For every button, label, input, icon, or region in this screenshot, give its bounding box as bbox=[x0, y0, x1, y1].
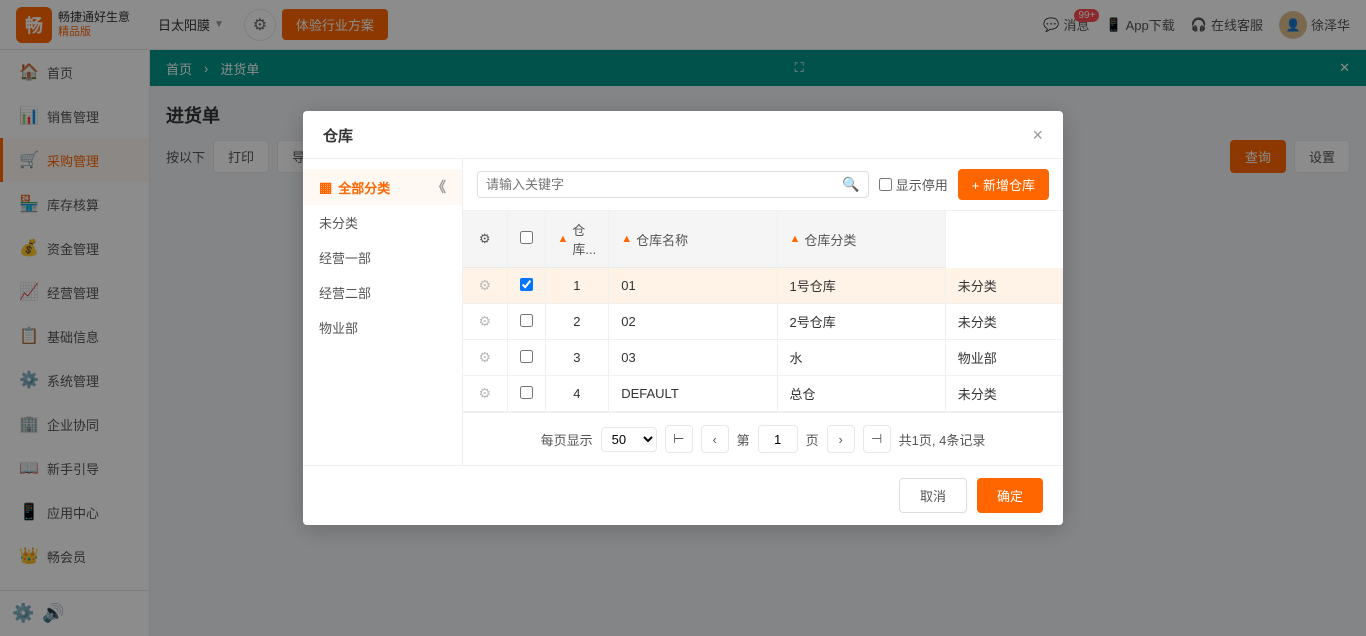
row-category-cell-3: 未分类 bbox=[945, 376, 1062, 412]
page-label: 第 bbox=[737, 430, 750, 449]
select-all-checkbox[interactable] bbox=[520, 231, 533, 244]
sort-icon-name: ▲ bbox=[621, 233, 632, 245]
category-panel: ▦ 全部分类 《 未分类 经营一部 经营二部 物业部 bbox=[303, 159, 463, 465]
row-gear-cell-0[interactable]: ⚙ bbox=[463, 268, 507, 304]
sort-icon-code: ▲ bbox=[558, 233, 569, 245]
search-input-wrap: 🔍 bbox=[477, 171, 869, 198]
total-info: 共1页, 4条记录 bbox=[899, 430, 986, 449]
row-gear-cell-3[interactable]: ⚙ bbox=[463, 376, 507, 412]
table-row[interactable]: ⚙ 2 02 2号仓库 未分类 bbox=[463, 304, 1063, 340]
row-num-cell-3: 4 bbox=[545, 376, 609, 412]
row-gear-cell-1[interactable]: ⚙ bbox=[463, 304, 507, 340]
search-input[interactable] bbox=[486, 177, 836, 192]
row-cb-cell-1[interactable] bbox=[507, 304, 545, 340]
table-row[interactable]: ⚙ 3 03 水 物业部 bbox=[463, 340, 1063, 376]
dialog-close-button[interactable]: × bbox=[1032, 125, 1043, 146]
row-category-cell-2: 物业部 bbox=[945, 340, 1062, 376]
warehouse-dialog: 仓库 × ▦ 全部分类 《 未分类 经营一部 经营二部 物业部 bbox=[303, 111, 1063, 525]
per-page-label: 每页显示 bbox=[541, 430, 593, 449]
col-header-category: ▲ 仓库分类 bbox=[777, 211, 945, 268]
row-name-cell-2: 水 bbox=[777, 340, 945, 376]
col-header-name: ▲ 仓库名称 bbox=[609, 211, 777, 268]
show-disabled-label: 显示停用 bbox=[879, 175, 948, 194]
last-page-button[interactable]: ⊣ bbox=[863, 425, 891, 453]
cancel-button[interactable]: 取消 bbox=[899, 478, 967, 513]
row-code-cell-2: 03 bbox=[609, 340, 777, 376]
search-icon[interactable]: 🔍 bbox=[842, 176, 859, 193]
confirm-button[interactable]: 确定 bbox=[977, 478, 1043, 513]
row-name-cell-1: 2号仓库 bbox=[777, 304, 945, 340]
row-num-cell-0: 1 bbox=[545, 268, 609, 304]
collapse-icon[interactable]: 《 bbox=[432, 177, 446, 197]
pagination: 每页显示 501020100 ⊢ ‹ 第 页 › ⊣ 共1页, 4条记录 bbox=[463, 412, 1063, 465]
row-category-cell-1: 未分类 bbox=[945, 304, 1062, 340]
page-unit: 页 bbox=[806, 430, 819, 449]
table-row[interactable]: ⚙ 1 01 1号仓库 未分类 bbox=[463, 268, 1063, 304]
dialog-title: 仓库 bbox=[323, 125, 353, 146]
category-all[interactable]: ▦ 全部分类 《 bbox=[303, 169, 462, 205]
row-name-cell-0: 1号仓库 bbox=[777, 268, 945, 304]
row-name-cell-3: 总仓 bbox=[777, 376, 945, 412]
dialog-overlay: 仓库 × ▦ 全部分类 《 未分类 经营一部 经营二部 物业部 bbox=[0, 0, 1366, 636]
category-content: 🔍 显示停用 + 新增仓库 ⚙ bbox=[463, 159, 1063, 465]
first-page-button[interactable]: ⊢ bbox=[665, 425, 693, 453]
table-header-row: ⚙ ▲ 仓库... bbox=[463, 211, 1063, 268]
col-header-code: ▲ 仓库... bbox=[545, 211, 609, 268]
dialog-body: ▦ 全部分类 《 未分类 经营一部 经营二部 物业部 🔍 bbox=[303, 159, 1063, 465]
prev-page-button[interactable]: ‹ bbox=[701, 425, 729, 453]
row-gear-cell-2[interactable]: ⚙ bbox=[463, 340, 507, 376]
category-item-uncategorized[interactable]: 未分类 bbox=[303, 205, 462, 240]
table-row[interactable]: ⚙ 4 DEFAULT 总仓 未分类 bbox=[463, 376, 1063, 412]
warehouse-table: ⚙ ▲ 仓库... bbox=[463, 211, 1063, 412]
category-item-dept1[interactable]: 经营一部 bbox=[303, 240, 462, 275]
category-item-dept2[interactable]: 经营二部 bbox=[303, 275, 462, 310]
per-page-select[interactable]: 501020100 bbox=[601, 427, 657, 452]
row-cb-cell-2[interactable] bbox=[507, 340, 545, 376]
row-num-cell-2: 3 bbox=[545, 340, 609, 376]
row-category-cell-0: 未分类 bbox=[945, 268, 1062, 304]
grid-icon: ▦ bbox=[319, 179, 332, 196]
row-cb-cell-3[interactable] bbox=[507, 376, 545, 412]
page-input[interactable] bbox=[758, 425, 798, 453]
row-code-cell-1: 02 bbox=[609, 304, 777, 340]
show-disabled-checkbox[interactable] bbox=[879, 178, 892, 191]
next-page-button[interactable]: › bbox=[827, 425, 855, 453]
col-header-checkbox bbox=[507, 211, 545, 268]
category-item-property[interactable]: 物业部 bbox=[303, 310, 462, 345]
cat-toolbar: 🔍 显示停用 + 新增仓库 bbox=[463, 159, 1063, 211]
sort-icon-cat: ▲ bbox=[790, 233, 801, 245]
add-warehouse-button[interactable]: + 新增仓库 bbox=[958, 169, 1049, 200]
dialog-header: 仓库 × bbox=[303, 111, 1063, 159]
row-num-cell-1: 2 bbox=[545, 304, 609, 340]
row-cb-cell-0[interactable] bbox=[507, 268, 545, 304]
row-code-cell-3: DEFAULT bbox=[609, 376, 777, 412]
row-code-cell-0: 01 bbox=[609, 268, 777, 304]
col-header-gear: ⚙ bbox=[463, 211, 507, 268]
dialog-footer: 取消 确定 bbox=[303, 465, 1063, 525]
